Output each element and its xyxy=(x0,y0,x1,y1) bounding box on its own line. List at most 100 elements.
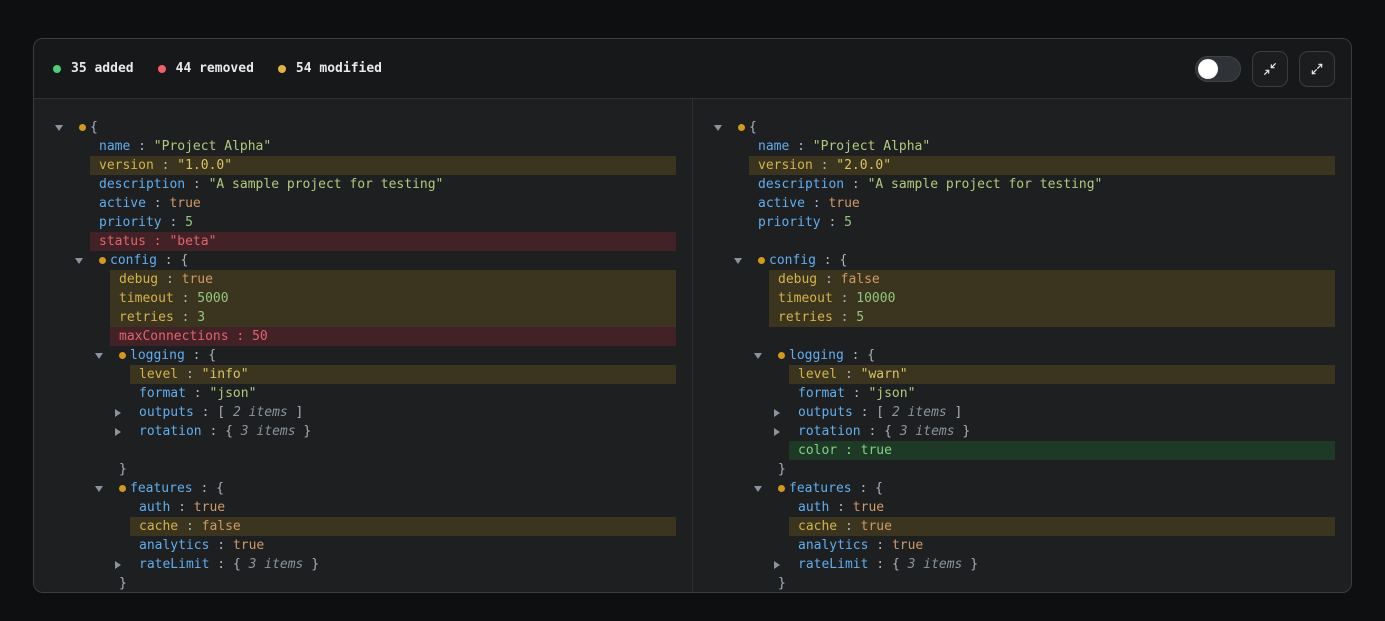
json-key: logging xyxy=(130,348,185,363)
caret-down-icon[interactable] xyxy=(754,352,762,359)
colon-separator: : xyxy=(851,481,876,496)
colon-separator: : xyxy=(178,367,202,382)
json-value-string: "A sample project for testing" xyxy=(208,177,444,192)
stat-removed-label: removed xyxy=(199,61,254,76)
tree-row: rotation : { 3 items } xyxy=(714,422,1335,441)
row-content: { xyxy=(740,118,1335,137)
row-content: config : { xyxy=(101,251,676,270)
caret-right-icon[interactable] xyxy=(774,560,780,569)
tree-row: } xyxy=(55,574,676,592)
removed-dot-icon xyxy=(157,64,166,73)
json-key: cache xyxy=(139,519,179,534)
caret-right-icon[interactable] xyxy=(115,427,121,436)
toggle-switch[interactable] xyxy=(1195,55,1241,82)
json-value-string: "beta" xyxy=(169,234,217,249)
tree-row: timeout : 10000 xyxy=(714,289,1335,308)
json-value-number: 10000 xyxy=(856,291,896,306)
caret-right-icon[interactable] xyxy=(115,408,121,417)
caret-right-icon[interactable] xyxy=(115,560,121,569)
tree-row: description : "A sample project for test… xyxy=(55,175,676,194)
caret-down-icon[interactable] xyxy=(734,257,742,264)
colon-separator: : xyxy=(844,177,868,192)
modified-dot-icon xyxy=(277,64,286,73)
colon-separator: : xyxy=(192,481,217,496)
row-content: debug : false xyxy=(769,270,1335,289)
collapse-button[interactable] xyxy=(1252,50,1288,87)
json-value-number: 50 xyxy=(252,329,268,344)
colon-separator: : xyxy=(185,177,209,192)
row-content: auth : true xyxy=(789,498,1335,517)
json-value-punct: { xyxy=(891,557,908,572)
tree-row: cache : true xyxy=(714,517,1335,536)
row-content: } xyxy=(110,574,676,592)
caret-down-icon[interactable] xyxy=(95,352,103,359)
row-content: features : { xyxy=(121,479,676,498)
json-value-punct: { xyxy=(216,481,224,496)
json-value-punct: { xyxy=(884,424,900,439)
row-content: format : "json" xyxy=(130,384,676,403)
tree-row: analytics : true xyxy=(55,536,676,555)
json-value-punct: } xyxy=(962,557,979,572)
collapse-icon xyxy=(1264,62,1276,75)
tree-row: active : true xyxy=(55,194,676,213)
json-key: priority xyxy=(758,215,821,230)
json-key: version xyxy=(99,158,154,173)
colon-separator: : xyxy=(860,424,885,439)
json-key: status xyxy=(99,234,146,249)
tree-row: features : { xyxy=(55,479,676,498)
caret-down-icon[interactable] xyxy=(95,485,103,492)
row-content: status : "beta" xyxy=(90,232,676,251)
caret-cell xyxy=(714,118,738,137)
json-value-string: "2.0.0" xyxy=(836,158,892,173)
json-key: timeout xyxy=(119,291,174,306)
colon-separator: : xyxy=(209,557,233,572)
colon-separator: : xyxy=(868,557,892,572)
json-value-boolean: true xyxy=(860,443,892,458)
tree-row-blank xyxy=(714,232,1335,251)
json-key: outputs xyxy=(139,405,194,420)
json-value-boolean: true xyxy=(181,272,213,287)
row-content: retries : 5 xyxy=(769,308,1335,327)
colon-separator: : xyxy=(228,329,253,344)
json-value-string: "info" xyxy=(201,367,249,382)
row-content: priority : 5 xyxy=(749,213,1335,232)
colon-separator: : xyxy=(852,405,877,420)
caret-down-icon[interactable] xyxy=(55,124,63,131)
json-value-punct: { xyxy=(749,120,757,135)
json-key: level xyxy=(139,367,179,382)
json-key: auth xyxy=(798,500,830,515)
json-value-boolean: true xyxy=(169,196,201,211)
json-value-summary: 3 items xyxy=(907,557,963,572)
caret-right-icon[interactable] xyxy=(774,427,780,436)
fullscreen-button[interactable] xyxy=(1299,50,1335,87)
caret-down-icon[interactable] xyxy=(75,257,83,264)
json-value-punct: } xyxy=(119,462,127,477)
caret-cell xyxy=(95,479,119,498)
tree-row-blank xyxy=(714,327,1335,346)
caret-right-icon[interactable] xyxy=(774,408,780,417)
row-content: format : "json" xyxy=(789,384,1335,403)
caret-cell xyxy=(75,251,99,270)
row-content: version : "2.0.0" xyxy=(749,156,1335,175)
caret-cell xyxy=(754,346,778,365)
row-content: maxConnections : 50 xyxy=(110,327,676,346)
row-content: timeout : 10000 xyxy=(769,289,1335,308)
colon-separator: : xyxy=(837,443,861,458)
caret-down-icon[interactable] xyxy=(754,485,762,492)
row-content: logging : { xyxy=(780,346,1335,365)
json-value-punct: { xyxy=(839,253,848,268)
caret-down-icon[interactable] xyxy=(714,124,722,131)
tree-row: features : { xyxy=(714,479,1335,498)
colon-separator: : xyxy=(832,310,857,325)
